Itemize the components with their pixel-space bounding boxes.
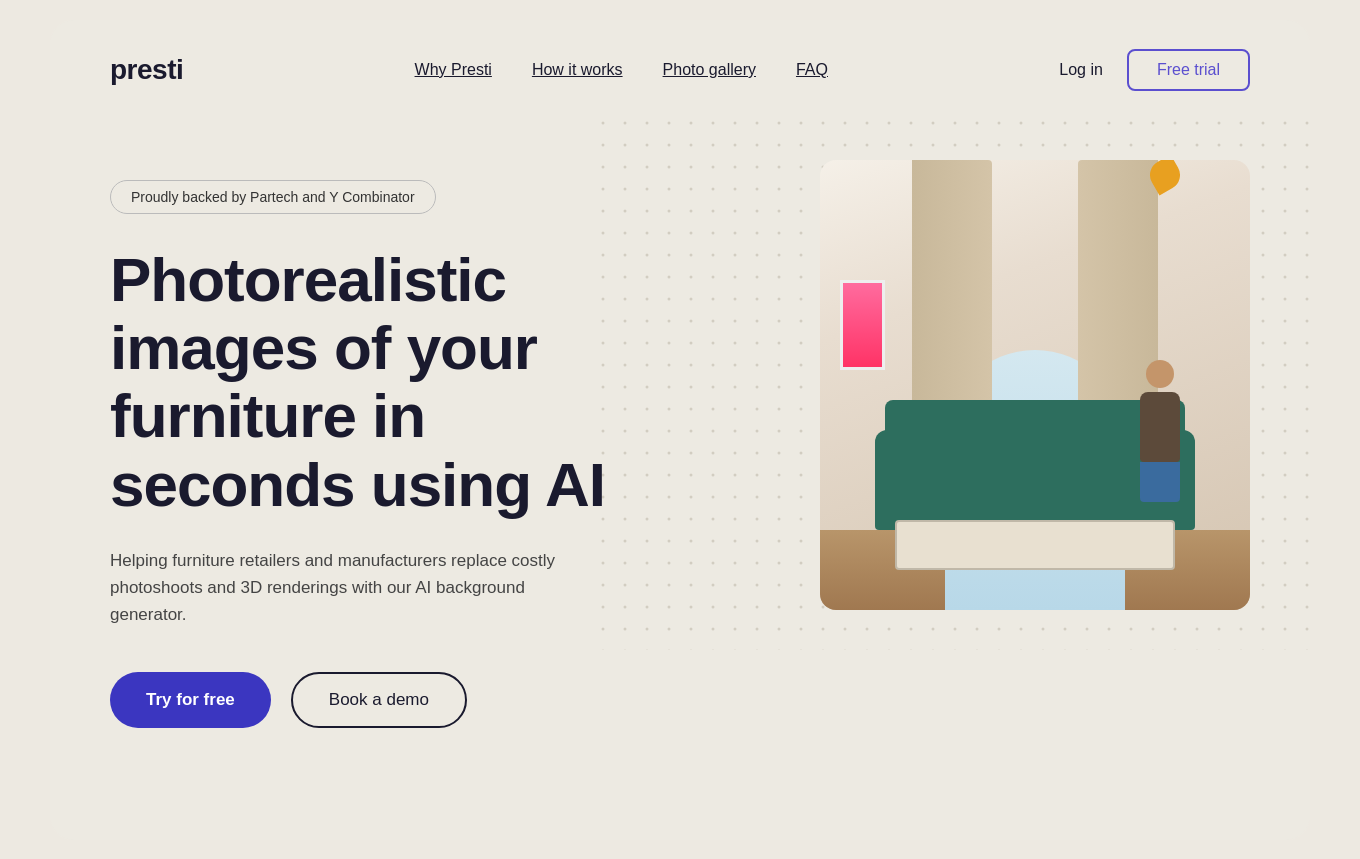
nav-link-photo-gallery[interactable]: Photo gallery — [663, 61, 756, 78]
logo: presti — [110, 54, 183, 86]
hero-title: Photorealistic images of your furniture … — [110, 246, 680, 519]
nav-item-why-presti[interactable]: Why Presti — [415, 61, 492, 79]
nav-item-faq[interactable]: FAQ — [796, 61, 828, 79]
hero-section: Proudly backed by Partech and Y Combinat… — [50, 120, 1310, 788]
free-trial-button[interactable]: Free trial — [1127, 49, 1250, 91]
page-card: presti Why Presti How it works Photo gal… — [50, 20, 1310, 840]
try-for-free-button[interactable]: Try for free — [110, 672, 271, 728]
nav-link-faq[interactable]: FAQ — [796, 61, 828, 78]
nav-link-how-it-works[interactable]: How it works — [532, 61, 623, 78]
hero-subtitle: Helping furniture retailers and manufact… — [110, 547, 590, 629]
nav-item-how-it-works[interactable]: How it works — [532, 61, 623, 79]
book-demo-button[interactable]: Book a demo — [291, 672, 467, 728]
nav-link-why-presti[interactable]: Why Presti — [415, 61, 492, 78]
hero-content: Proudly backed by Partech and Y Combinat… — [110, 160, 680, 728]
person-body — [1140, 392, 1180, 462]
hero-photo — [820, 160, 1250, 610]
person-head — [1146, 360, 1174, 388]
rug — [895, 520, 1175, 570]
nav-links: Why Presti How it works Photo gallery FA… — [415, 61, 828, 79]
backed-badge: Proudly backed by Partech and Y Combinat… — [110, 180, 436, 214]
nav-right: Log in Free trial — [1059, 49, 1250, 91]
navbar: presti Why Presti How it works Photo gal… — [50, 20, 1310, 120]
plant-top — [1140, 160, 1220, 220]
login-button[interactable]: Log in — [1059, 61, 1103, 79]
plant-leaf — [1145, 160, 1186, 195]
room-scene — [820, 160, 1250, 610]
person-legs — [1140, 462, 1180, 502]
person — [1130, 360, 1190, 490]
artwork — [840, 280, 885, 370]
nav-item-photo-gallery[interactable]: Photo gallery — [663, 61, 756, 79]
hero-buttons: Try for free Book a demo — [110, 672, 680, 728]
hero-image-area — [680, 160, 1250, 610]
